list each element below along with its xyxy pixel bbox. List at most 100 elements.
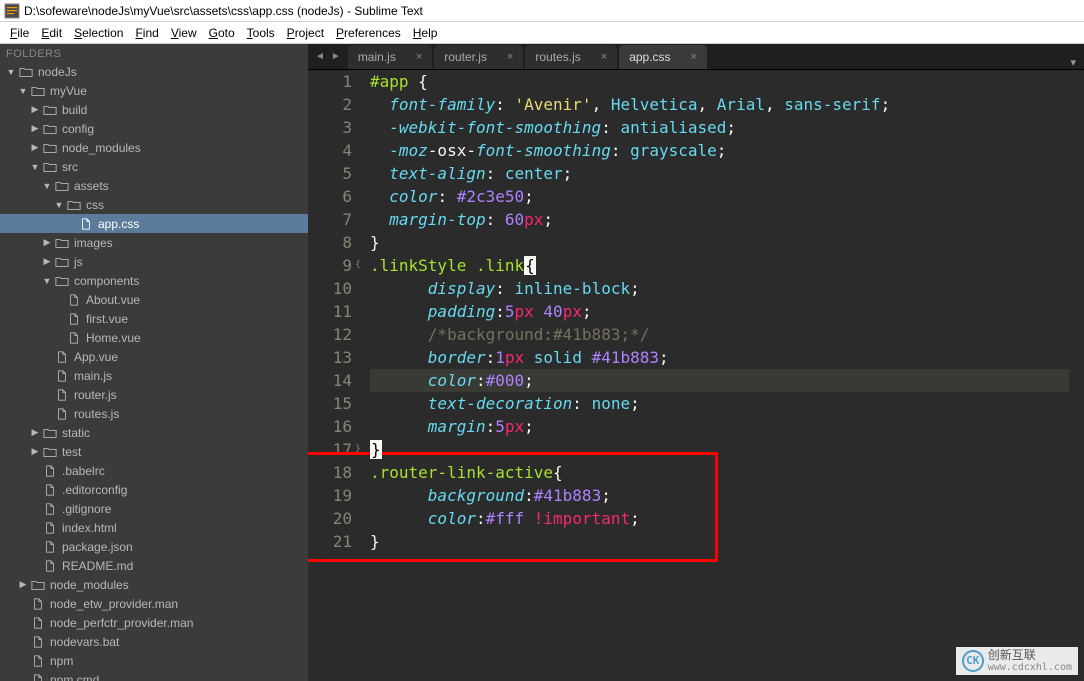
- tree-arrow-icon[interactable]: ▶: [18, 579, 28, 590]
- code-line[interactable]: color:#000;: [370, 369, 1069, 392]
- code-area[interactable]: #app { font-family: 'Avenir', Helvetica,…: [362, 70, 1069, 681]
- tree-arrow-icon[interactable]: ▼: [42, 276, 52, 286]
- code-editor[interactable]: 123456789101112131415161718192021 #app {…: [308, 70, 1084, 681]
- menu-preferences[interactable]: Preferences: [330, 24, 407, 42]
- tree-folder-static[interactable]: ▶static: [0, 423, 308, 442]
- sidebar[interactable]: FOLDERS ▼nodeJs▼myVue▶build▶config▶node_…: [0, 44, 308, 681]
- fold-marker-icon[interactable]: }: [352, 442, 364, 456]
- code-line[interactable]: margin:5px;: [370, 415, 1069, 438]
- code-line[interactable]: {.linkStyle .link{: [370, 254, 1069, 277]
- scrollbar[interactable]: [1069, 70, 1084, 681]
- tab-main-js[interactable]: main.js×: [348, 45, 432, 69]
- tree-folder-node-modules[interactable]: ▶node_modules: [0, 138, 308, 157]
- tree-arrow-icon[interactable]: ▼: [18, 86, 28, 96]
- line-number: 6: [308, 185, 352, 208]
- tree-file-npm[interactable]: npm: [0, 651, 308, 670]
- code-line[interactable]: -moz-osx-font-smoothing: grayscale;: [370, 139, 1069, 162]
- tree-folder-config[interactable]: ▶config: [0, 119, 308, 138]
- code-line[interactable]: }: [370, 231, 1069, 254]
- menu-goto[interactable]: Goto: [203, 24, 241, 42]
- code-line[interactable]: display: inline-block;: [370, 277, 1069, 300]
- code-line[interactable]: padding:5px 40px;: [370, 300, 1069, 323]
- tree-file-first-vue[interactable]: first.vue: [0, 309, 308, 328]
- tree-folder-nodejs[interactable]: ▼nodeJs: [0, 62, 308, 81]
- tree-file--babelrc[interactable]: .babelrc: [0, 461, 308, 480]
- tab-app-css[interactable]: app.css×: [619, 45, 707, 69]
- menu-file[interactable]: File: [4, 24, 35, 42]
- menu-project[interactable]: Project: [281, 24, 330, 42]
- tree-file-app-vue[interactable]: App.vue: [0, 347, 308, 366]
- tree-arrow-icon[interactable]: ▶: [30, 123, 40, 134]
- tree-arrow-icon[interactable]: ▼: [6, 67, 16, 77]
- tab-routes-js[interactable]: routes.js×: [525, 45, 617, 69]
- close-icon[interactable]: ×: [691, 51, 697, 63]
- tree-file-nodevars-bat[interactable]: nodevars.bat: [0, 632, 308, 651]
- tree-file-node-etw-provider-man[interactable]: node_etw_provider.man: [0, 594, 308, 613]
- tree-file-package-json[interactable]: package.json: [0, 537, 308, 556]
- menu-selection[interactable]: Selection: [68, 24, 129, 42]
- tree-file-routes-js[interactable]: routes.js: [0, 404, 308, 423]
- code-line[interactable]: }: [370, 530, 1069, 553]
- close-icon[interactable]: ×: [416, 51, 422, 63]
- tree-file-index-html[interactable]: index.html: [0, 518, 308, 537]
- tree-folder-components[interactable]: ▼components: [0, 271, 308, 290]
- tree-folder-test[interactable]: ▶test: [0, 442, 308, 461]
- code-line[interactable]: .router-link-active{: [370, 461, 1069, 484]
- tree-arrow-icon[interactable]: ▶: [42, 256, 52, 267]
- tree-arrow-icon[interactable]: ▼: [30, 162, 40, 172]
- menu-find[interactable]: Find: [129, 24, 164, 42]
- line-number: 5: [308, 162, 352, 185]
- tree-file-router-js[interactable]: router.js: [0, 385, 308, 404]
- menu-tools[interactable]: Tools: [241, 24, 281, 42]
- menu-help[interactable]: Help: [407, 24, 444, 42]
- tree-file-home-vue[interactable]: Home.vue: [0, 328, 308, 347]
- tab-next-icon[interactable]: ►: [328, 51, 344, 62]
- tree-folder-build[interactable]: ▶build: [0, 100, 308, 119]
- tree-file-npm-cmd[interactable]: npm.cmd: [0, 670, 308, 681]
- code-line[interactable]: text-align: center;: [370, 162, 1069, 185]
- tab-prev-icon[interactable]: ◄: [312, 51, 328, 62]
- tree-arrow-icon[interactable]: ▶: [30, 142, 40, 153]
- code-line[interactable]: background:#41b883;: [370, 484, 1069, 507]
- tree-arrow-icon[interactable]: ▶: [42, 237, 52, 248]
- tree-folder-js[interactable]: ▶js: [0, 252, 308, 271]
- tree-file-readme-md[interactable]: README.md: [0, 556, 308, 575]
- tab-router-js[interactable]: router.js×: [434, 45, 523, 69]
- menu-view[interactable]: View: [165, 24, 203, 42]
- tree-file--editorconfig[interactable]: .editorconfig: [0, 480, 308, 499]
- code-line[interactable]: -webkit-font-smoothing: antialiased;: [370, 116, 1069, 139]
- tree-arrow-icon[interactable]: ▶: [30, 427, 40, 438]
- menu-edit[interactable]: Edit: [35, 24, 68, 42]
- tree-folder-myvue[interactable]: ▼myVue: [0, 81, 308, 100]
- tree-folder-images[interactable]: ▶images: [0, 233, 308, 252]
- code-line[interactable]: /*background:#41b883;*/: [370, 323, 1069, 346]
- close-icon[interactable]: ×: [601, 51, 607, 63]
- close-icon[interactable]: ×: [507, 51, 513, 63]
- tree-folder-src[interactable]: ▼src: [0, 157, 308, 176]
- tree-arrow-icon[interactable]: ▶: [30, 446, 40, 457]
- code-line[interactable]: color:#fff !important;: [370, 507, 1069, 530]
- tree-file--gitignore[interactable]: .gitignore: [0, 499, 308, 518]
- tree-file-main-js[interactable]: main.js: [0, 366, 308, 385]
- tree-folder-assets[interactable]: ▼assets: [0, 176, 308, 195]
- tree-file-about-vue[interactable]: About.vue: [0, 290, 308, 309]
- tree-arrow-icon[interactable]: ▼: [54, 200, 64, 210]
- code-line[interactable]: #app {: [370, 70, 1069, 93]
- tree-folder-css[interactable]: ▼css: [0, 195, 308, 214]
- code-line[interactable]: font-family: 'Avenir', Helvetica, Arial,…: [370, 93, 1069, 116]
- watermark: CK 创新互联 www.cdcxhl.com: [956, 647, 1078, 675]
- tree-file-app-css[interactable]: app.css: [0, 214, 308, 233]
- fold-marker-icon[interactable]: {: [352, 258, 364, 272]
- tree-arrow-icon[interactable]: ▶: [30, 104, 40, 115]
- tree-arrow-icon[interactable]: ▼: [42, 181, 52, 191]
- code-line[interactable]: color: #2c3e50;: [370, 185, 1069, 208]
- code-line[interactable]: }}: [370, 438, 1069, 461]
- tree-folder-node-modules[interactable]: ▶node_modules: [0, 575, 308, 594]
- tab-overflow-icon[interactable]: ▾: [1062, 56, 1084, 69]
- code-line[interactable]: margin-top: 60px;: [370, 208, 1069, 231]
- code-line[interactable]: border:1px solid #41b883;: [370, 346, 1069, 369]
- line-number: 2: [308, 93, 352, 116]
- code-line[interactable]: text-decoration: none;: [370, 392, 1069, 415]
- tree-file-node-perfctr-provider-man[interactable]: node_perfctr_provider.man: [0, 613, 308, 632]
- line-number: 19: [308, 484, 352, 507]
